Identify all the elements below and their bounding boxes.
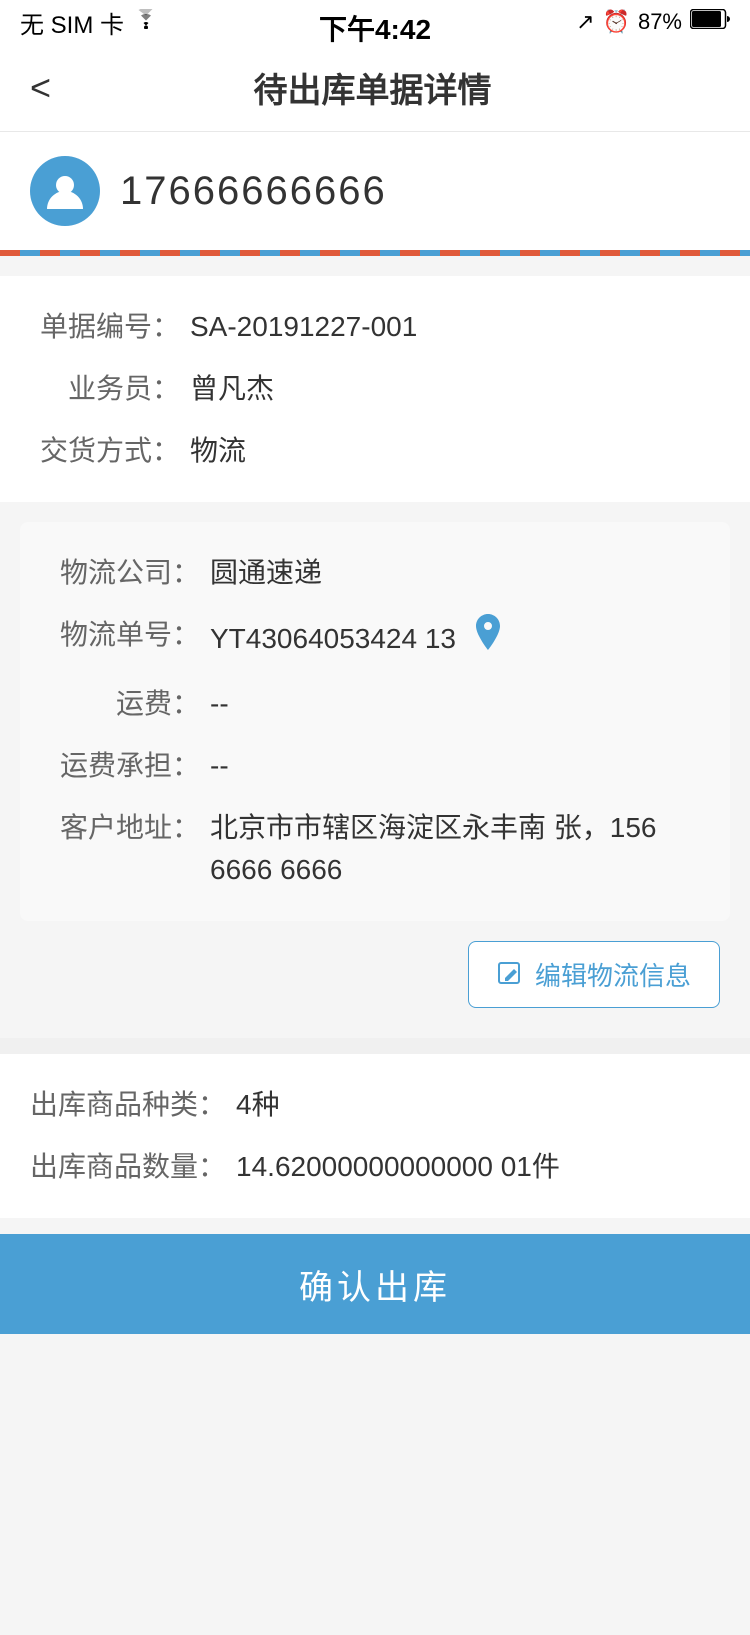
document-number-row: 单据编号： SA-20191227-001 — [30, 306, 720, 348]
freight-bearer-label: 运费承担： — [50, 745, 210, 787]
document-number-value: SA-20191227-001 — [190, 306, 720, 348]
user-phone: 17666666666 — [120, 169, 387, 214]
tracking-number-label: 物流单号： — [50, 614, 210, 656]
back-button[interactable]: < — [20, 57, 61, 119]
wifi-icon — [132, 8, 160, 36]
location-status-icon: ↗ — [576, 9, 594, 35]
sales-person-row: 业务员： 曾凡杰 — [30, 368, 720, 410]
freight-value: -- — [210, 683, 700, 725]
freight-row: 运费： -- — [50, 683, 700, 725]
freight-bearer-value: -- — [210, 745, 700, 787]
tracking-number-value: YT43064053424 13 — [210, 614, 700, 663]
status-bar: 无 SIM 卡 下午4:42 ↗ ⏰ 87% — [0, 0, 750, 44]
user-header: 17666666666 — [0, 132, 750, 250]
main-content: 17666666666 单据编号： SA-20191227-001 业务员： 曾… — [0, 132, 750, 1635]
edit-logistics-button[interactable]: 编辑物流信息 — [468, 941, 720, 1008]
basic-info-section: 单据编号： SA-20191227-001 业务员： 曾凡杰 交货方式： 物流 — [0, 276, 750, 502]
freight-bearer-row: 运费承担： -- — [50, 745, 700, 787]
document-number-label: 单据编号： — [30, 306, 190, 348]
address-value: 北京市市辖区海淀区永丰南 张，156 6666 6666 — [210, 807, 700, 891]
battery-text: 87% — [638, 9, 682, 35]
carrier-text: 无 SIM 卡 — [20, 5, 124, 40]
user-avatar-icon — [43, 169, 87, 213]
freight-label: 运费： — [50, 683, 210, 725]
sales-person-value: 曾凡杰 — [190, 368, 720, 410]
delivery-method-row: 交货方式： 物流 — [30, 430, 720, 472]
status-time: 下午4:42 — [319, 8, 431, 48]
edit-logistics-label: 编辑物流信息 — [535, 956, 691, 993]
avatar — [30, 156, 100, 226]
confirm-button-label: 确认出库 — [299, 1260, 451, 1309]
address-label: 客户地址： — [50, 807, 210, 849]
logistics-company-label: 物流公司： — [50, 552, 210, 594]
status-right: ↗ ⏰ 87% — [576, 9, 730, 35]
goods-section: 出库商品种类： 4种 出库商品数量： 14.62000000000000 01件 — [0, 1054, 750, 1218]
delivery-method-label: 交货方式： — [30, 430, 190, 472]
dashed-divider — [0, 250, 750, 256]
goods-category-row: 出库商品种类： 4种 — [30, 1084, 720, 1126]
sales-person-label: 业务员： — [30, 368, 190, 410]
logistics-card: 物流公司： 圆通速递 物流单号： YT43064053424 13 运费： --… — [20, 522, 730, 921]
edit-icon — [497, 961, 525, 989]
goods-category-label: 出库商品种类： — [30, 1084, 236, 1126]
goods-quantity-label: 出库商品数量： — [30, 1146, 236, 1188]
tracking-number-row: 物流单号： YT43064053424 13 — [50, 614, 700, 663]
address-row: 客户地址： 北京市市辖区海淀区永丰南 张，156 6666 6666 — [50, 807, 700, 891]
content-spacer — [0, 1335, 750, 1535]
delivery-method-value: 物流 — [190, 430, 720, 472]
edit-btn-container: 编辑物流信息 — [0, 921, 750, 1038]
status-left: 无 SIM 卡 — [20, 5, 160, 40]
logistics-company-value: 圆通速递 — [210, 552, 700, 594]
goods-category-value: 4种 — [236, 1084, 720, 1126]
logistics-company-row: 物流公司： 圆通速递 — [50, 552, 700, 594]
goods-quantity-row: 出库商品数量： 14.62000000000000 01件 — [30, 1146, 720, 1188]
goods-quantity-value: 14.62000000000000 01件 — [236, 1146, 720, 1188]
section-divider — [0, 1038, 750, 1054]
confirm-button[interactable]: 确认出库 — [0, 1234, 750, 1334]
page-title: 待出库单据详情 — [61, 63, 684, 112]
tracking-location-icon[interactable] — [472, 614, 504, 663]
alarm-icon: ⏰ — [603, 9, 630, 35]
nav-bar: < 待出库单据详情 — [0, 44, 750, 132]
battery-icon — [690, 9, 730, 35]
